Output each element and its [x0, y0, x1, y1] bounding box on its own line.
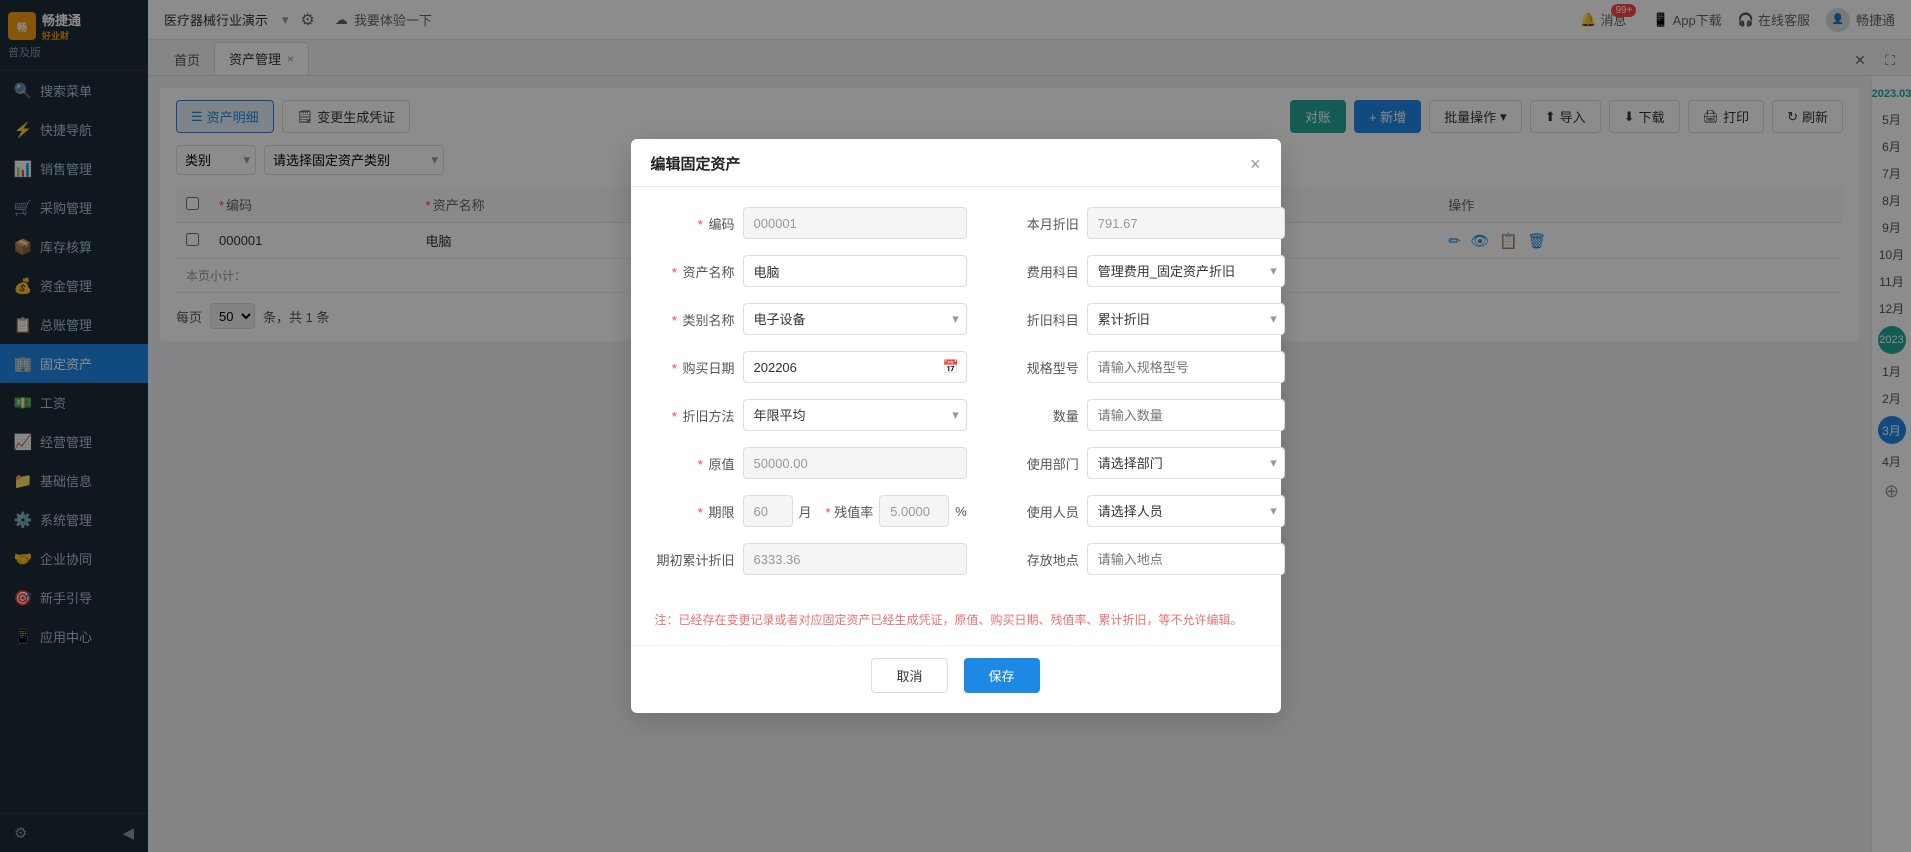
form-row-use-dept: 使用部门 请选择部门 [999, 447, 1285, 479]
location-label: 存放地点 [999, 550, 1079, 569]
initial-dep-label: 期初累计折旧 [655, 550, 735, 569]
purchase-date-label: * 购买日期 [655, 358, 735, 377]
form-row-expense-account: 费用科目 管理费用_固定资产折旧 [999, 255, 1285, 287]
form-row-monthly-dep: 本月折旧 [999, 207, 1285, 239]
purchase-date-wrap: 📅 [743, 351, 967, 383]
modal-right-col: 本月折旧 费用科目 管理费用_固定资产折旧 折旧科 [999, 207, 1285, 591]
original-value-input[interactable] [743, 447, 967, 479]
use-person-wrap: 请选择人员 [1087, 495, 1285, 527]
asset-name-input[interactable] [743, 255, 967, 287]
residual-rate-label: * 残值率 [826, 502, 874, 521]
monthly-dep-input [1087, 207, 1285, 239]
period-inline: 月 * 残值率 % [743, 495, 967, 527]
use-person-dropdown[interactable]: 请选择人员 [1087, 495, 1285, 527]
expense-account-label: 费用科目 [999, 262, 1079, 281]
quantity-label: 数量 [999, 406, 1079, 425]
use-dept-dropdown[interactable]: 请选择部门 [1087, 447, 1285, 479]
form-row-period: * 期限 月 * 残值率 % [655, 495, 967, 527]
form-row-category: * 类别名称 电子设备 [655, 303, 967, 335]
category-select-wrap: 电子设备 [743, 303, 967, 335]
period-unit: 月 [799, 502, 812, 521]
asset-name-label: * 资产名称 [655, 262, 735, 281]
initial-dep-input[interactable] [743, 543, 967, 575]
modal-grid: * 编码 * 资产名称 [655, 207, 1257, 591]
edit-asset-modal: 编辑固定资产 × * 编码 [631, 139, 1281, 712]
form-row-location: 存放地点 [999, 543, 1285, 575]
modal-title: 编辑固定资产 [651, 153, 741, 174]
modal-footer: 取消 保存 [631, 645, 1281, 713]
save-button[interactable]: 保存 [964, 658, 1040, 693]
residual-rate-input[interactable] [879, 495, 949, 527]
use-dept-label: 使用部门 [999, 454, 1079, 473]
dep-method-select-wrap: 年限平均 [743, 399, 967, 431]
dep-method-dropdown[interactable]: 年限平均 [743, 399, 967, 431]
monthly-dep-label: 本月折旧 [999, 214, 1079, 233]
residual-rate-unit: % [955, 504, 967, 519]
use-person-label: 使用人员 [999, 502, 1079, 521]
dep-account-wrap: 累计折旧 [1087, 303, 1285, 335]
period-label: * 期限 [655, 502, 735, 521]
cancel-button[interactable]: 取消 [871, 658, 947, 693]
modal-overlay: 编辑固定资产 × * 编码 [0, 0, 1911, 852]
form-row-purchase-date: * 购买日期 📅 [655, 351, 967, 383]
category-dropdown[interactable]: 电子设备 [743, 303, 967, 335]
use-dept-wrap: 请选择部门 [1087, 447, 1285, 479]
code-label: * 编码 [655, 214, 735, 233]
form-row-asset-name: * 资产名称 [655, 255, 967, 287]
modal-close-btn[interactable]: × [1250, 155, 1261, 173]
dep-account-dropdown[interactable]: 累计折旧 [1087, 303, 1285, 335]
form-row-spec: 规格型号 [999, 351, 1285, 383]
form-row-use-person: 使用人员 请选择人员 [999, 495, 1285, 527]
calendar-icon[interactable]: 📅 [943, 359, 959, 375]
category-label: * 类别名称 [655, 310, 735, 329]
form-row-dep-method: * 折旧方法 年限平均 [655, 399, 967, 431]
purchase-date-input[interactable] [743, 351, 967, 383]
form-row-initial-dep: 期初累计折旧 [655, 543, 967, 575]
form-row-dep-account: 折旧科目 累计折旧 [999, 303, 1285, 335]
modal-note: 注：已经存在变更记录或者对应固定资产已经生成凭证，原值、购买日期、残值率、累计折… [631, 611, 1281, 644]
form-row-original-value: * 原值 [655, 447, 967, 479]
quantity-input[interactable] [1087, 399, 1285, 431]
dep-account-label: 折旧科目 [999, 310, 1079, 329]
form-row-code: * 编码 [655, 207, 967, 239]
code-input[interactable] [743, 207, 967, 239]
modal-header: 编辑固定资产 × [631, 139, 1281, 187]
spec-input[interactable] [1087, 351, 1285, 383]
modal-body: * 编码 * 资产名称 [631, 187, 1281, 611]
location-input[interactable] [1087, 543, 1285, 575]
expense-account-wrap: 管理费用_固定资产折旧 [1087, 255, 1285, 287]
period-input[interactable] [743, 495, 793, 527]
original-value-label: * 原值 [655, 454, 735, 473]
spec-label: 规格型号 [999, 358, 1079, 377]
dep-method-label: * 折旧方法 [655, 406, 735, 425]
modal-left-col: * 编码 * 资产名称 [655, 207, 967, 591]
expense-account-dropdown[interactable]: 管理费用_固定资产折旧 [1087, 255, 1285, 287]
form-row-quantity: 数量 [999, 399, 1285, 431]
